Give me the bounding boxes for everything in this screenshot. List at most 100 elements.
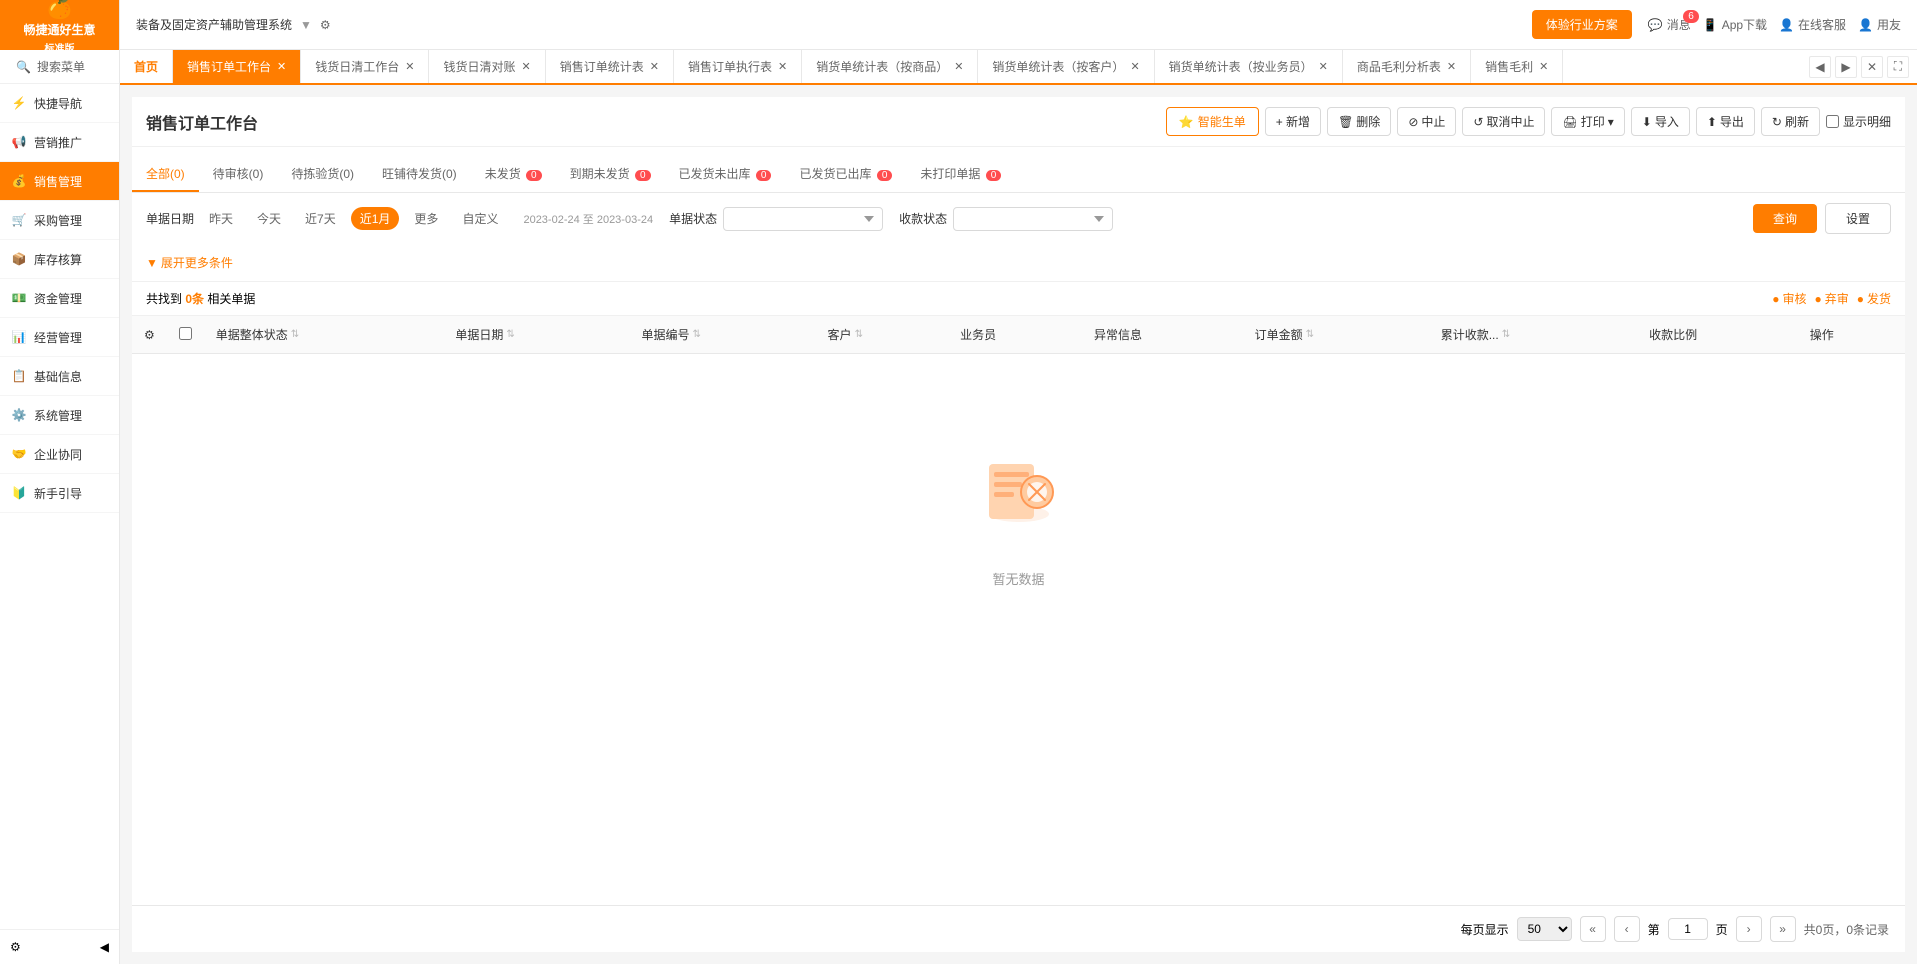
toolbar: ⭐ 智能生单 + 新增 🗑 删除 ⊘ 中止 ↺ 取消中止	[1166, 107, 1891, 136]
tab-sales-exec[interactable]: 销售订单执行表 ✕	[674, 50, 802, 83]
message-icon-item[interactable]: 💬 6 消息	[1648, 16, 1691, 33]
sidebar-item-basic[interactable]: 📋 基础信息	[0, 357, 119, 396]
th-staff-sort[interactable]: 业务员	[960, 326, 1070, 343]
th-customer-sort[interactable]: 客户 ⇅	[828, 326, 937, 343]
tab-sales-more-close[interactable]: ✕	[1539, 60, 1548, 73]
tab-cash-daily-close[interactable]: ✕	[405, 60, 414, 73]
tab-sales-stat[interactable]: 销售订单统计表 ✕	[546, 50, 674, 83]
page-prev-button[interactable]: ‹	[1614, 916, 1640, 942]
tab-cash-daily[interactable]: 钱货日清工作台 ✕	[301, 50, 429, 83]
dropdown-arrow-icon[interactable]: ▼	[300, 18, 312, 32]
print-button[interactable]: 🖨 打印 ▾	[1551, 107, 1624, 136]
tab-next-button[interactable]: ▶	[1835, 56, 1857, 78]
basic-icon: 📋	[10, 367, 28, 385]
expand-filter-button[interactable]: ▼ 展开更多条件	[146, 254, 1891, 271]
th-amount-sort[interactable]: 订单金额 ⇅	[1255, 326, 1417, 343]
gear-settings-icon[interactable]: ⚙	[320, 18, 331, 32]
tab-sales-stat-close[interactable]: ✕	[650, 60, 659, 73]
sub-tab-pending[interactable]: 待审核(0)	[199, 157, 278, 192]
online-service-item[interactable]: 👤 在线客服	[1779, 16, 1846, 33]
th-checkbox[interactable]	[167, 316, 204, 354]
delete-button[interactable]: 🗑 删除	[1327, 107, 1391, 136]
show-detail-input[interactable]	[1826, 115, 1839, 128]
page-size-select[interactable]: 50 10 20 100	[1517, 917, 1572, 941]
sub-tab-wangpu[interactable]: 旺铺待发货(0)	[368, 157, 471, 192]
sub-tab-all[interactable]: 全部(0)	[132, 157, 199, 192]
sidebar-item-company[interactable]: 🤝 企业协同	[0, 435, 119, 474]
sidebar-item-quick-nav[interactable]: ⚡ 快捷导航	[0, 84, 119, 123]
tab-sales-workbench-close[interactable]: ✕	[277, 60, 286, 73]
tab-sales-stat-staff[interactable]: 销货单统计表（按业务员） ✕	[1155, 50, 1343, 83]
stop-button[interactable]: ⊘ 中止	[1397, 107, 1456, 136]
tab-expand-button[interactable]: ⛶	[1887, 56, 1909, 78]
tab-sales-exec-close[interactable]: ✕	[778, 60, 787, 73]
date-yesterday[interactable]: 昨天	[200, 207, 242, 230]
page-first-button[interactable]: «	[1580, 916, 1606, 942]
page-last-button[interactable]: »	[1770, 916, 1796, 942]
refresh-button[interactable]: ↻ 刷新	[1761, 107, 1820, 136]
date-more[interactable]: 更多	[405, 207, 447, 230]
ship-button[interactable]: ● 发货	[1857, 290, 1891, 307]
th-status-sort[interactable]: 单据整体状态 ⇅	[216, 326, 432, 343]
tab-home[interactable]: 首页	[120, 50, 173, 83]
tab-prev-button[interactable]: ◀	[1809, 56, 1831, 78]
user-item[interactable]: 👤 用友	[1858, 16, 1901, 33]
collapse-icon[interactable]: ◀	[100, 940, 109, 954]
tab-sales-more[interactable]: 销售毛利 ✕	[1471, 50, 1563, 83]
tab-sales-stat-product[interactable]: 销货单统计表（按商品） ✕	[802, 50, 978, 83]
th-date-sort[interactable]: 单据日期 ⇅	[455, 326, 617, 343]
tab-sales-workbench[interactable]: 销售订单工作台 ✕	[173, 50, 301, 83]
sub-tab-not-printed[interactable]: 未打印单据 0	[906, 157, 1015, 192]
sidebar-item-operation[interactable]: 📊 经营管理	[0, 318, 119, 357]
query-button[interactable]: 查询	[1753, 204, 1817, 233]
tab-sales-stat-customer[interactable]: 销货单统计表（按客户） ✕	[978, 50, 1154, 83]
select-all-checkbox[interactable]	[179, 327, 192, 340]
th-settings[interactable]: ⚙	[132, 316, 167, 354]
sidebar-item-sales[interactable]: 💰 销售管理	[0, 162, 119, 201]
sub-tab-shipped-not-out[interactable]: 已发货未出库 0	[665, 157, 786, 192]
date-custom[interactable]: 自定义	[453, 207, 507, 230]
tab-margin[interactable]: 商品毛利分析表 ✕	[1343, 50, 1471, 83]
date-7days[interactable]: 近7天	[296, 207, 345, 230]
page-number-input[interactable]	[1668, 918, 1708, 940]
settings-icon[interactable]: ⚙	[10, 940, 21, 954]
sidebar-item-marketing[interactable]: 📢 营销推广	[0, 123, 119, 162]
payment-filter-select[interactable]	[953, 207, 1113, 231]
sidebar-item-finance[interactable]: 💵 资金管理	[0, 279, 119, 318]
result-prefix: 共找到	[146, 292, 182, 306]
smart-order-button[interactable]: ⭐ 智能生单	[1166, 107, 1259, 136]
app-download-item[interactable]: 📱 App下载	[1703, 16, 1767, 33]
sidebar-search[interactable]: 🔍 搜索菜单	[0, 50, 119, 84]
import-button[interactable]: ⬇ 导入	[1631, 107, 1690, 136]
add-button[interactable]: + 新增	[1265, 107, 1321, 136]
tab-cash-reconcile[interactable]: 钱货日清对账 ✕	[429, 50, 545, 83]
review-button[interactable]: ● 审核	[1772, 290, 1806, 307]
sidebar-item-system[interactable]: ⚙️ 系统管理	[0, 396, 119, 435]
set-button[interactable]: 设置	[1825, 203, 1891, 234]
sidebar-item-guide[interactable]: 🔰 新手引导	[0, 474, 119, 513]
tab-sales-stat-staff-close[interactable]: ✕	[1319, 60, 1328, 73]
sub-tab-overdue[interactable]: 到期未发货 0	[556, 157, 665, 192]
tab-margin-close[interactable]: ✕	[1447, 60, 1456, 73]
date-1month[interactable]: 近1月	[351, 207, 400, 230]
status-filter-select[interactable]	[723, 207, 883, 231]
show-detail-checkbox[interactable]: 显示明细	[1826, 113, 1891, 130]
tab-sales-stat-customer-close[interactable]: ✕	[1130, 60, 1139, 73]
experience-button[interactable]: 体验行业方案	[1532, 10, 1632, 39]
th-collected-sort[interactable]: 累计收款... ⇅	[1441, 326, 1625, 343]
export-button[interactable]: ⬆ 导出	[1696, 107, 1755, 136]
sub-tab-shipped-out[interactable]: 已发货已出库 0	[785, 157, 906, 192]
sidebar-item-inventory[interactable]: 📦 库存核算	[0, 240, 119, 279]
sub-tab-not-shipped[interactable]: 未发货 0	[471, 157, 556, 192]
sidebar-item-purchase[interactable]: 🛒 采购管理	[0, 201, 119, 240]
tab-close-all-button[interactable]: ✕	[1861, 56, 1883, 78]
th-number-sort[interactable]: 单据编号 ⇅	[641, 326, 803, 343]
sub-tab-pending-check[interactable]: 待拣验货(0)	[277, 157, 368, 192]
page-next-button[interactable]: ›	[1736, 916, 1762, 942]
date-today[interactable]: 今天	[248, 207, 290, 230]
reject-button[interactable]: ● 弃审	[1814, 290, 1848, 307]
main-area: 装备及固定资产辅助管理系统 ▼ ⚙ 体验行业方案 💬 6 消息 📱 App下载 …	[120, 0, 1917, 964]
cancel-stop-button[interactable]: ↺ 取消中止	[1462, 107, 1545, 136]
tab-sales-stat-product-close[interactable]: ✕	[954, 60, 963, 73]
tab-cash-reconcile-close[interactable]: ✕	[522, 60, 531, 73]
